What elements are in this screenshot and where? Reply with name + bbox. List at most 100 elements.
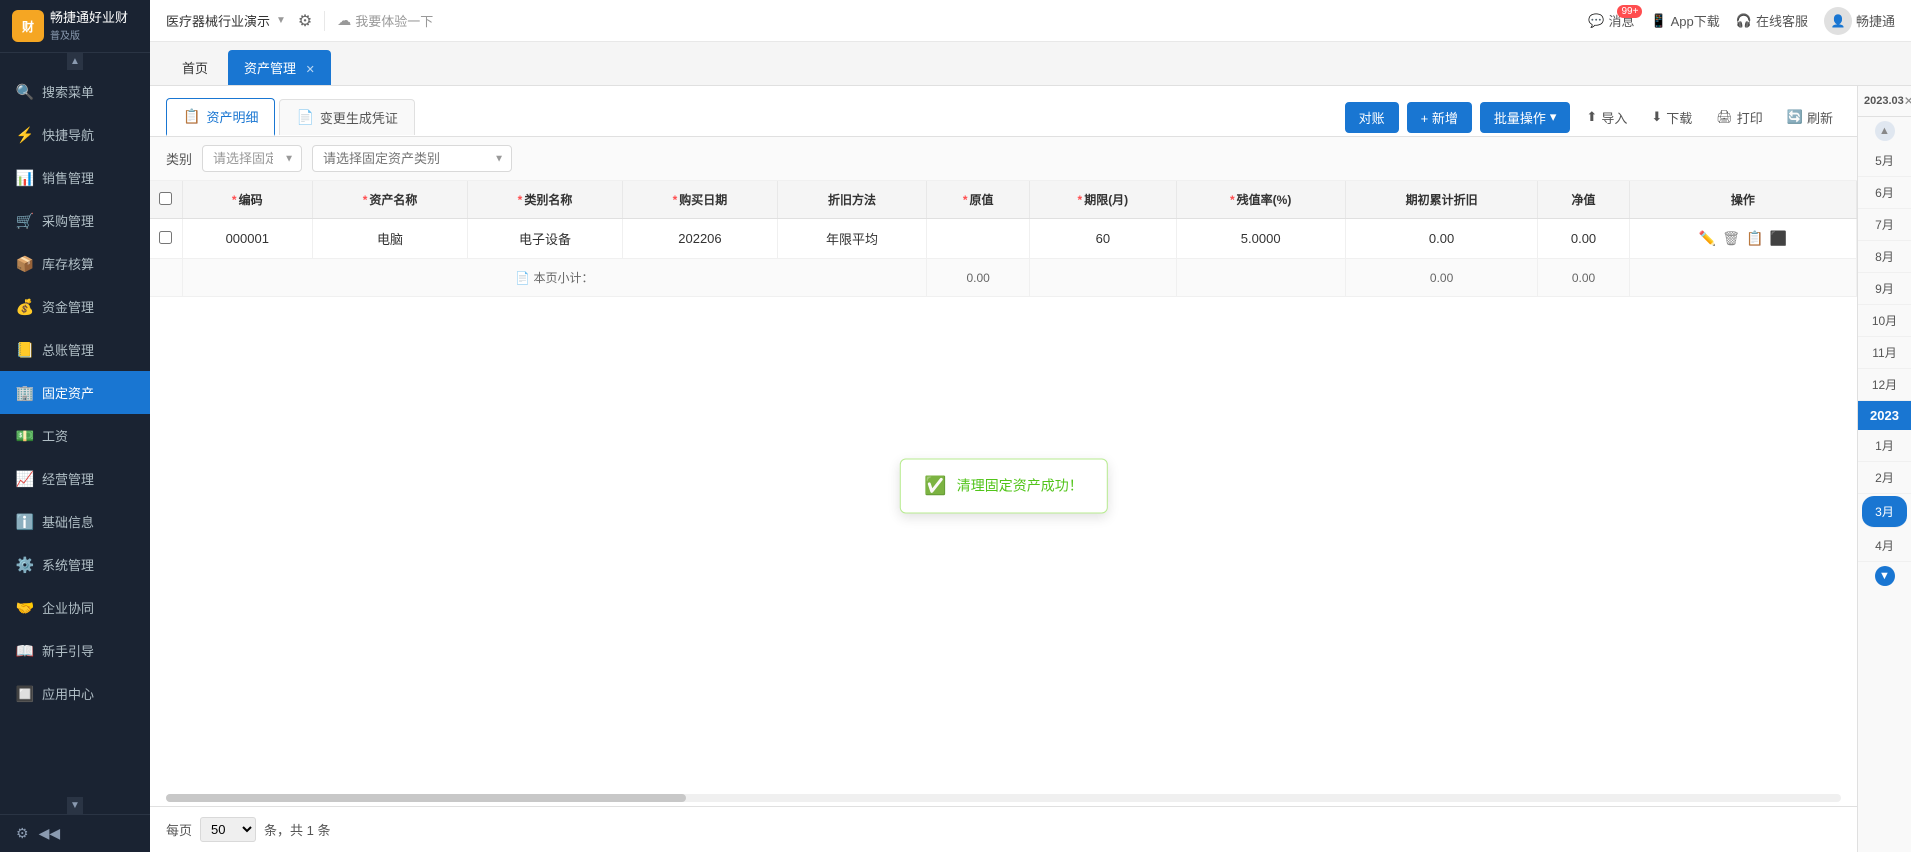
new-btn[interactable]: + 新增 — [1407, 102, 1472, 133]
subtab-asset-detail[interactable]: 📋 资产明细 — [166, 98, 275, 136]
sidebar-item-basic-info[interactable]: ℹ️ 基础信息 — [0, 500, 150, 543]
per-page-select[interactable]: 50 10 20 100 — [200, 817, 256, 842]
sidebar-scroll-up[interactable]: ▲ — [67, 53, 83, 70]
sidebar-item-system[interactable]: ⚙️ 系统管理 — [0, 543, 150, 586]
sidebar: 财 畅捷通好业财 普及版 ▲ 🔍 搜索菜单 ⚡ 快捷导航 📊 销售管理 🛒 采购… — [0, 0, 150, 852]
row-original-value — [927, 219, 1030, 259]
copy-icon[interactable]: 📋 — [1746, 230, 1763, 247]
col-net-value: 净值 — [1538, 181, 1629, 219]
row-net-value: 0.00 — [1538, 219, 1629, 259]
table-wrap: *编码 *资产名称 *类别名称 *购买日期 折旧方法 *原值 *期限(月) *残… — [150, 181, 1857, 790]
message-btn[interactable]: 💬 消息 99+ — [1588, 11, 1634, 30]
filter-category-input[interactable] — [312, 145, 512, 172]
app-download-btn[interactable]: 📱 App下载 — [1650, 11, 1719, 30]
sidebar-item-fixed-assets[interactable]: 🏢 固定资产 — [0, 371, 150, 414]
month-10[interactable]: 10月 — [1858, 305, 1911, 337]
sidebar-item-inventory[interactable]: 📦 库存核算 — [0, 242, 150, 285]
app-logo-text: 畅捷通好业财 — [50, 10, 128, 27]
month-4[interactable]: 4月 — [1858, 530, 1911, 562]
sidebar-item-ledger[interactable]: 📒 总账管理 — [0, 328, 150, 371]
subtotal-net: 0.00 — [1538, 259, 1629, 297]
sidebar-item-enterprise[interactable]: 🤝 企业协同 — [0, 586, 150, 629]
month-1[interactable]: 1月 — [1858, 430, 1911, 462]
topbar-divider — [324, 11, 325, 31]
row-checkbox[interactable] — [159, 231, 172, 244]
sidebar-scroll-area: 🔍 搜索菜单 ⚡ 快捷导航 📊 销售管理 🛒 采购管理 📦 库存核算 💰 资金管… — [0, 70, 150, 797]
change-voucher-icon: 📄 — [296, 109, 313, 126]
topbar-right: 💬 消息 99+ 📱 App下载 🎧 在线客服 👤 畅捷通 — [1588, 7, 1895, 35]
month-7[interactable]: 7月 — [1858, 209, 1911, 241]
sidebar-item-search[interactable]: 🔍 搜索菜单 — [0, 70, 150, 113]
row-depreciation: 年限平均 — [777, 219, 926, 259]
user-menu[interactable]: 👤 畅捷通 — [1824, 7, 1895, 35]
month-5[interactable]: 5月 — [1858, 145, 1911, 177]
panel-down-arrow[interactable]: ▼ — [1875, 566, 1895, 586]
settings-icon[interactable]: ⚙ — [16, 825, 29, 842]
company-name: 医疗器械行业演示 — [166, 11, 270, 30]
subtab-bar: 📋 资产明细 📄 变更生成凭证 对账 + 新增 批量操作 ▾ ⬆ — [150, 86, 1857, 137]
sidebar-scroll-down[interactable]: ▼ — [67, 797, 83, 814]
tab-asset-mgmt[interactable]: 资产管理 ✕ — [228, 50, 331, 85]
company-selector[interactable]: 医疗器械行业演示 ▼ — [166, 11, 286, 30]
month-9[interactable]: 9月 — [1858, 273, 1911, 305]
avatar: 👤 — [1824, 7, 1852, 35]
import-btn[interactable]: ⬆ 导入 — [1578, 104, 1635, 131]
month-12[interactable]: 12月 — [1858, 369, 1911, 401]
edit-icon[interactable]: ✏️ — [1699, 230, 1716, 247]
sidebar-item-purchase[interactable]: 🛒 采购管理 — [0, 199, 150, 242]
month-2[interactable]: 2月 — [1858, 462, 1911, 494]
month-8[interactable]: 8月 — [1858, 241, 1911, 273]
col-residual-rate: *残值率(%) — [1176, 181, 1345, 219]
close-panel-icon[interactable]: ✕ — [1904, 94, 1911, 108]
subtotal-original: 0.00 — [927, 259, 1030, 297]
sidebar-item-operations[interactable]: 📈 经营管理 — [0, 457, 150, 500]
more-icon[interactable]: ⬛ — [1769, 230, 1786, 247]
filter-category-select[interactable]: 请选择固定资产类别 电子设备 办公设备 机器设备 — [202, 145, 302, 172]
sidebar-item-funds[interactable]: 💰 资金管理 — [0, 285, 150, 328]
table-row: 000001 电脑 电子设备 202206 — [150, 219, 1857, 259]
online-service-btn[interactable]: 🎧 在线客服 — [1736, 11, 1808, 30]
refresh-btn[interactable]: 🔄 刷新 — [1779, 104, 1841, 131]
tab-close-icon[interactable]: ✕ — [306, 64, 315, 76]
subtotal-period — [1030, 259, 1176, 297]
reconcile-btn[interactable]: 对账 — [1345, 102, 1399, 133]
subtab-change-voucher[interactable]: 📄 变更生成凭证 — [279, 99, 414, 135]
basic-info-icon: ℹ️ — [16, 513, 34, 531]
sidebar-item-payroll[interactable]: 💵 工资 — [0, 414, 150, 457]
col-initial-accu: 期初累计折旧 — [1345, 181, 1537, 219]
sidebar-item-quick-nav[interactable]: ⚡ 快捷导航 — [0, 113, 150, 156]
month-11[interactable]: 11月 — [1858, 337, 1911, 369]
subtotal-label: 📄 本页小计： — [182, 259, 927, 297]
sidebar-item-guide[interactable]: 📖 新手引导 — [0, 629, 150, 672]
row-residual-rate: 5.0000 — [1176, 219, 1345, 259]
quick-nav-icon: ⚡ — [16, 126, 34, 144]
download-btn[interactable]: ⬇ 下载 — [1643, 104, 1700, 131]
subtotal-residual — [1176, 259, 1345, 297]
success-toast: ✅ 清理固定资产成功！ — [899, 458, 1107, 513]
enterprise-icon: 🤝 — [16, 599, 34, 617]
row-name: 电脑 — [313, 219, 468, 259]
month-6[interactable]: 6月 — [1858, 177, 1911, 209]
sidebar-item-sales[interactable]: 📊 销售管理 — [0, 156, 150, 199]
batch-btn[interactable]: 批量操作 ▾ — [1480, 102, 1571, 133]
collapse-icon[interactable]: ◀◀ — [39, 825, 61, 842]
select-all-checkbox[interactable] — [159, 192, 172, 205]
row-actions: ✏️ 🗑 📋 ⬛ — [1629, 219, 1856, 259]
delete-icon[interactable]: 🗑 — [1722, 230, 1740, 247]
subtotal-actions — [1629, 259, 1856, 297]
subtotal-initial: 0.00 — [1345, 259, 1537, 297]
system-icon: ⚙️ — [16, 556, 34, 574]
col-code: *编码 — [182, 181, 313, 219]
total-text: 条，共 1 条 — [264, 820, 330, 839]
scrollbar-thumb[interactable] — [166, 794, 686, 802]
month-3-active[interactable]: 3月 — [1862, 496, 1907, 528]
settings-gear-icon[interactable]: ⚙ — [298, 11, 312, 31]
col-period: *期限(月) — [1030, 181, 1176, 219]
tab-home[interactable]: 首页 — [166, 50, 224, 85]
sidebar-item-app-center[interactable]: 🔲 应用中心 — [0, 672, 150, 715]
download-toolbar-icon: ⬇ — [1651, 109, 1662, 125]
experience-btn[interactable]: ☁ 我要体验一下 — [337, 11, 433, 30]
col-actions: 操作 — [1629, 181, 1856, 219]
print-btn[interactable]: 🖨 打印 — [1708, 104, 1771, 131]
panel-up-arrow[interactable]: ▲ — [1875, 121, 1895, 141]
